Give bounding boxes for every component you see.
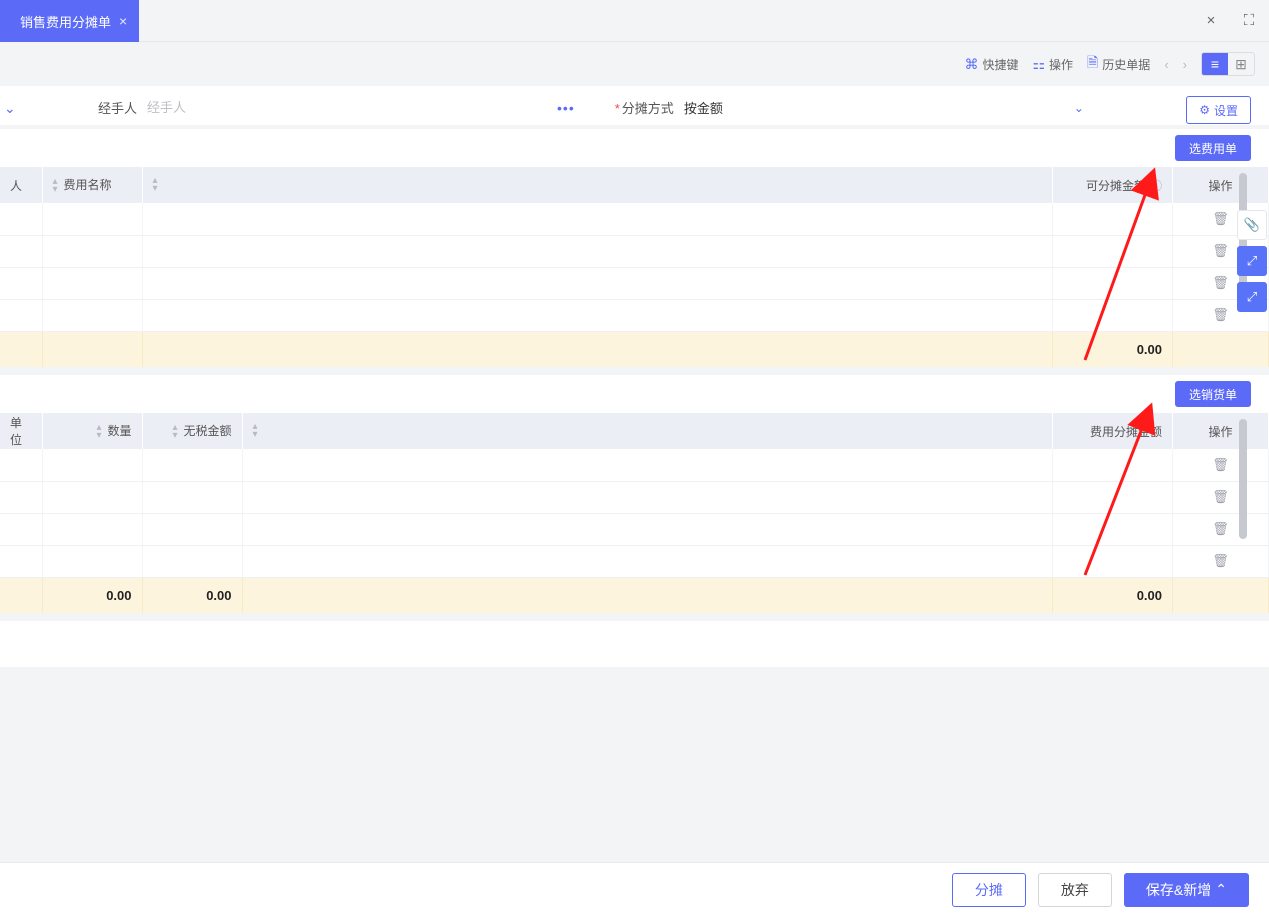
toolbar-shortcuts[interactable]: ⌘ 快捷键: [964, 56, 1018, 73]
expand-icon: ⤢: [1247, 289, 1257, 305]
sales-table-block: 选销货单 单位 ▴▾数量 ▴▾无税金额 ▴▾ 费用分摊金额 操作 🗑 🗑 🗑 🗑: [0, 375, 1269, 613]
select-sales-button[interactable]: 选销货单: [1175, 381, 1251, 407]
window-close-button[interactable]: ×: [1199, 8, 1223, 32]
toolbar-history-label: 历史单据: [1102, 56, 1150, 73]
save-and-new-button[interactable]: 保存&新增 ⌃: [1124, 873, 1249, 907]
trash-icon[interactable]: 🗑: [1212, 211, 1229, 226]
sales-total-alloc: 0.00: [1053, 577, 1173, 613]
col-ops2: 操作: [1173, 413, 1269, 449]
discard-button[interactable]: 放弃: [1038, 873, 1112, 907]
settings-label: 设置: [1214, 102, 1238, 119]
collapse-caret-icon[interactable]: ⌄: [4, 100, 16, 117]
history-icon: 🗎: [1087, 52, 1098, 76]
expense-total-row: 0.00: [0, 331, 1269, 367]
form-area: ⌄ 经手人 ••• *分摊方式 ⌄ ⚙ 设置: [0, 86, 1269, 125]
settings-button[interactable]: ⚙ 设置: [1186, 96, 1251, 124]
handler-input[interactable]: [147, 100, 547, 115]
allocate-button[interactable]: 分摊: [952, 873, 1026, 907]
chevron-up-icon: ⌃: [1215, 881, 1227, 898]
table-row[interactable]: 🗑: [0, 267, 1269, 299]
select-expense-button[interactable]: 选费用单: [1175, 135, 1251, 161]
toolbar: ⌘ 快捷键 ⚏ 操作 🗎 历史单据 ‹ › ≡ ⊞: [0, 42, 1269, 86]
trash-icon[interactable]: 🗑: [1212, 457, 1229, 472]
table-row[interactable]: 🗑: [0, 449, 1269, 481]
grid-icon: ⊞: [1235, 56, 1247, 73]
tab-title: 销售费用分摊单: [20, 12, 111, 31]
footer-bar: 分摊 放弃 保存&新增 ⌃: [0, 862, 1269, 916]
col-ops: 操作: [1173, 167, 1269, 203]
sales-total-row: 0.00 0.00 0.00: [0, 577, 1269, 613]
handler-label: 经手人: [98, 98, 137, 117]
col-allocable[interactable]: 可分摊金额ⓘ: [1053, 167, 1173, 203]
col-expense-name[interactable]: ▴▾费用名称: [42, 167, 142, 203]
side-rail: 📎 ⤢ ⤢: [1235, 210, 1269, 312]
save-new-label: 保存&新增: [1146, 880, 1211, 900]
col-notax[interactable]: ▴▾无税金额: [142, 413, 242, 449]
scrollbar[interactable]: [1239, 419, 1247, 539]
table-row[interactable]: 🗑: [0, 235, 1269, 267]
help-icon[interactable]: ⓘ: [1150, 179, 1162, 193]
toolbar-operations[interactable]: ⚏ 操作: [1032, 56, 1073, 73]
sales-total-qty: 0.00: [42, 577, 142, 613]
list-icon: ≡: [1211, 56, 1219, 72]
remark-block: [0, 621, 1269, 667]
method-caret-icon[interactable]: ⌄: [1074, 101, 1084, 115]
table-row[interactable]: 🗑: [0, 545, 1269, 577]
table-row[interactable]: 🗑: [0, 299, 1269, 331]
expand-icon: ⤢: [1247, 253, 1257, 269]
toolbar-shortcuts-label: 快捷键: [982, 56, 1018, 73]
expense-table-block: 选费用单 人 ▴▾费用名称 ▴▾ 可分摊金额ⓘ 操作 🗑 🗑 🗑 🗑 0.00: [0, 129, 1269, 367]
attachment-button[interactable]: 📎: [1237, 210, 1267, 240]
col-alloc[interactable]: 费用分摊金额: [1053, 413, 1173, 449]
shortcuts-icon: ⌘: [964, 56, 978, 73]
col-unit[interactable]: 单位: [0, 413, 42, 449]
operations-icon: ⚏: [1032, 56, 1045, 73]
trash-icon[interactable]: 🗑: [1212, 553, 1229, 568]
toolbar-history[interactable]: 🗎 历史单据: [1087, 52, 1150, 76]
close-icon: ×: [1207, 12, 1216, 29]
tab-close-icon[interactable]: ×: [119, 13, 127, 29]
method-input[interactable]: [684, 100, 1064, 115]
trash-icon[interactable]: 🗑: [1212, 275, 1229, 290]
col-blank2[interactable]: ▴▾: [242, 413, 1053, 449]
col-blank[interactable]: ▴▾: [142, 167, 1053, 203]
pager-prev[interactable]: ‹: [1164, 57, 1168, 72]
method-label: *分摊方式: [615, 98, 674, 117]
trash-icon[interactable]: 🗑: [1212, 521, 1229, 536]
fullscreen-icon: ⛶: [1244, 12, 1255, 29]
trash-icon[interactable]: 🗑: [1212, 307, 1229, 322]
col-qty[interactable]: ▴▾数量: [42, 413, 142, 449]
col-person[interactable]: 人: [0, 167, 42, 203]
tab-sales-expense-alloc[interactable]: 销售费用分摊单 ×: [0, 0, 139, 42]
attachment-icon: 📎: [1244, 217, 1260, 233]
expense-table: 人 ▴▾费用名称 ▴▾ 可分摊金额ⓘ 操作 🗑 🗑 🗑 🗑 0.00: [0, 167, 1269, 367]
pager-next[interactable]: ›: [1183, 57, 1187, 72]
sales-table: 单位 ▴▾数量 ▴▾无税金额 ▴▾ 费用分摊金额 操作 🗑 🗑 🗑 🗑 0.00…: [0, 413, 1269, 613]
view-grid-button[interactable]: ⊞: [1228, 53, 1254, 75]
view-list-button[interactable]: ≡: [1202, 53, 1228, 75]
table-row[interactable]: 🗑: [0, 513, 1269, 545]
expense-total-allocable: 0.00: [1053, 331, 1173, 367]
table-row[interactable]: 🗑: [0, 481, 1269, 513]
toolbar-operations-label: 操作: [1049, 56, 1073, 73]
expand-button-2[interactable]: ⤢: [1237, 282, 1267, 312]
table-row[interactable]: 🗑: [0, 203, 1269, 235]
sales-total-notax: 0.00: [142, 577, 242, 613]
view-toggle: ≡ ⊞: [1201, 52, 1255, 76]
trash-icon[interactable]: 🗑: [1212, 243, 1229, 258]
expand-button-1[interactable]: ⤢: [1237, 246, 1267, 276]
window-fullscreen-button[interactable]: ⛶: [1237, 8, 1261, 32]
gear-icon: ⚙: [1199, 103, 1210, 117]
handler-more-icon[interactable]: •••: [557, 100, 575, 116]
trash-icon[interactable]: 🗑: [1212, 489, 1229, 504]
